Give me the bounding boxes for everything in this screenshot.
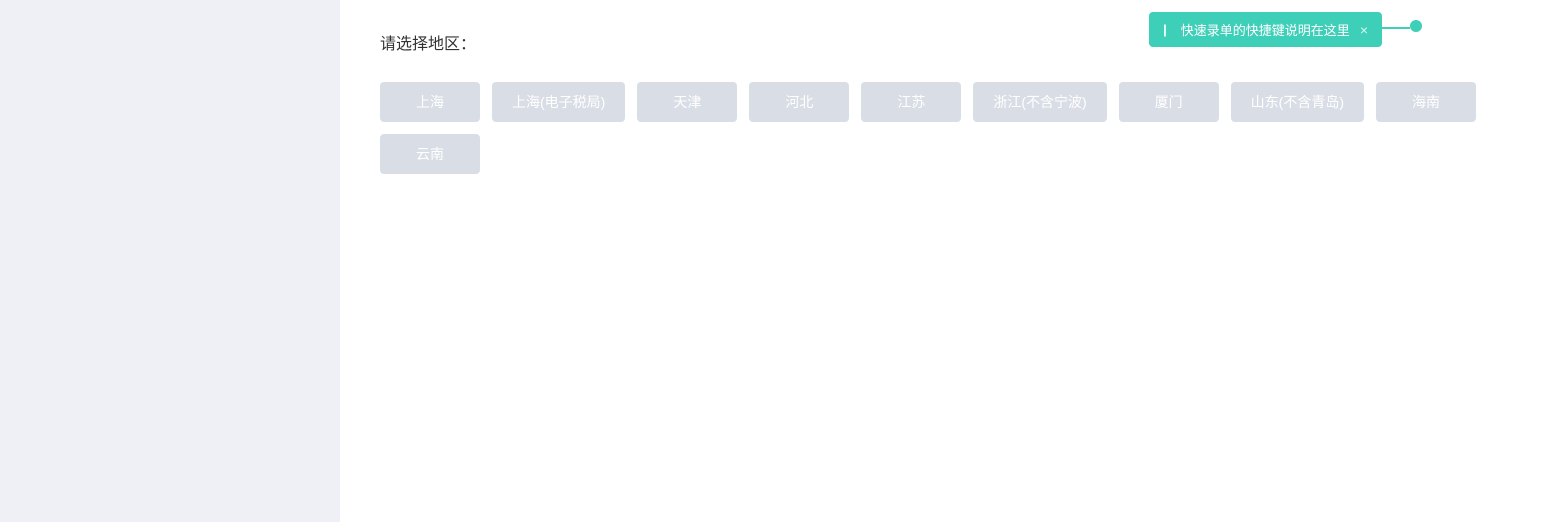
region-btn-hebei[interactable]: 河北 (749, 82, 849, 122)
sidebar (0, 0, 340, 522)
region-btn-shanghai-etax[interactable]: 上海(电子税局) (492, 82, 625, 122)
circle-indicator (1410, 20, 1422, 32)
region-btn-tianjin[interactable]: 天津 (637, 82, 737, 122)
region-btn-zhejiang[interactable]: 浙江(不含宁波) (973, 82, 1106, 122)
main-content: 请选择地区： 上海上海(电子税局)天津河北江苏浙江(不含宁波)厦门山东(不含青岛… (340, 0, 1562, 522)
region-btn-yunnan[interactable]: 云南 (380, 134, 480, 174)
connector-line (1380, 27, 1410, 29)
tooltip-text: 快速录单的快捷键说明在这里 (1181, 20, 1350, 39)
region-btn-shandong[interactable]: 山东(不含青岛) (1231, 82, 1364, 122)
region-btn-jiangsu[interactable]: 江苏 (861, 82, 961, 122)
tooltip-close-button[interactable]: × (1360, 22, 1368, 38)
region-btn-xiamen[interactable]: 厦门 (1119, 82, 1219, 122)
tooltip-banner: 快速录单的快捷键说明在这里 × (1149, 12, 1382, 47)
region-btn-hainan[interactable]: 海南 (1376, 82, 1476, 122)
region-buttons-container: 上海上海(电子税局) 天津河北江苏浙江(不含宁波) 厦门山东(不含青岛) 海南云南 (380, 82, 1522, 174)
region-btn-shanghai[interactable]: 上海 (380, 82, 480, 122)
